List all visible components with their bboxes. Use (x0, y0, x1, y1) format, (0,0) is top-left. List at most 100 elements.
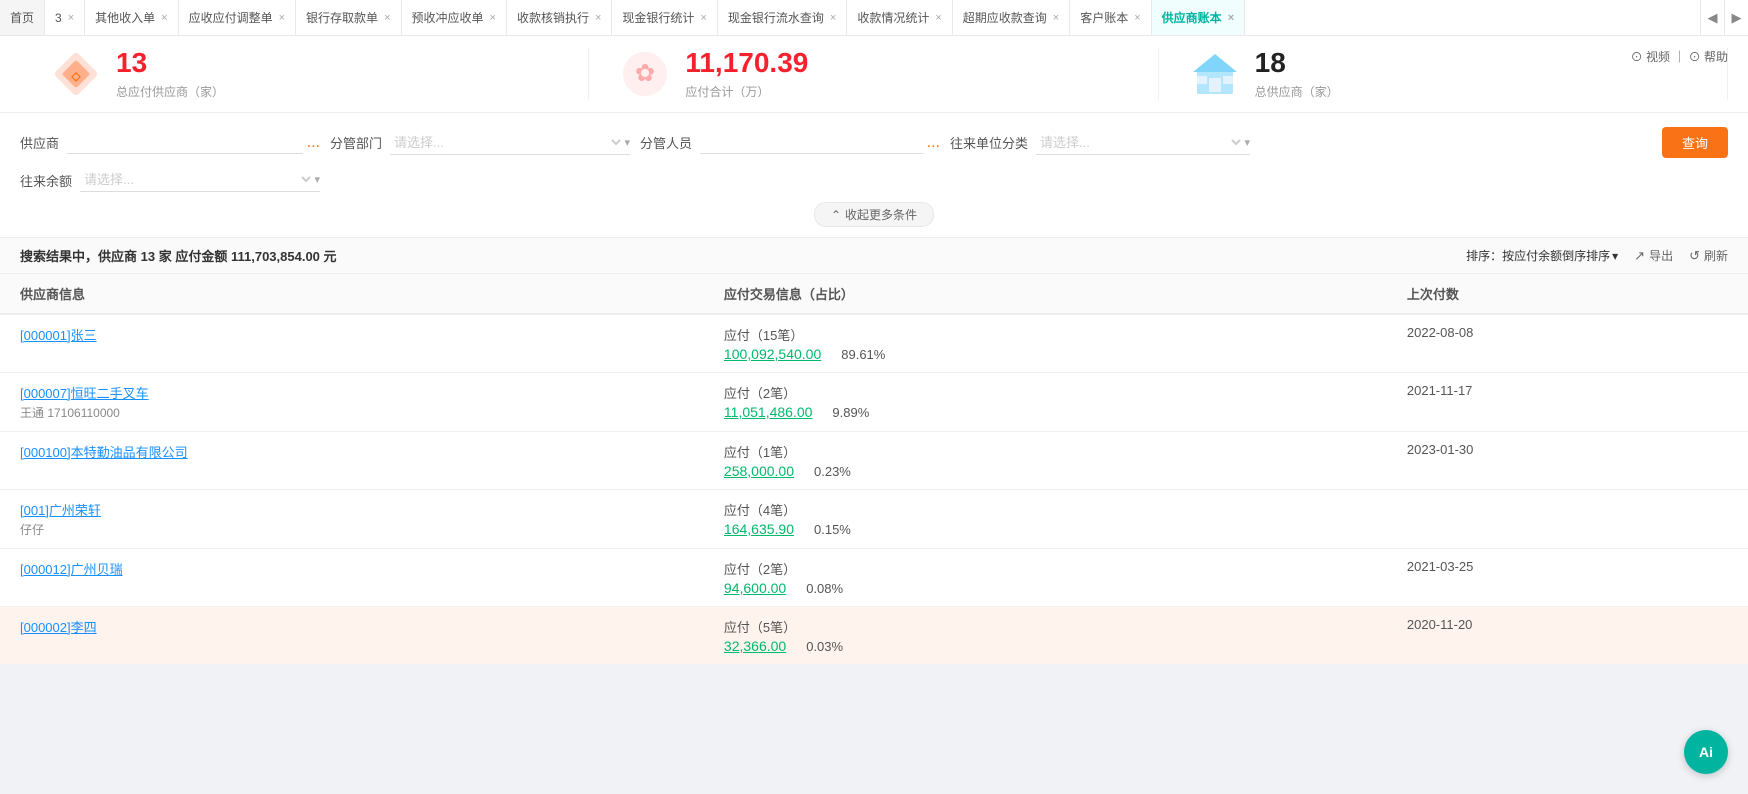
refresh-button[interactable]: ↺ 刷新 (1689, 247, 1728, 264)
supplier-dots[interactable]: ... (307, 134, 320, 152)
supplier-input[interactable] (67, 132, 303, 154)
category-select-wrapper: 请选择... ▾ (1036, 131, 1250, 155)
supplier-link-1[interactable]: [000007]恒旺二手叉车 (20, 386, 149, 401)
last-payment-date-4: 2021-03-25 (1407, 559, 1474, 574)
stat-value-payable-amount: 11,170.39 (685, 48, 808, 79)
dept-filter-label: 分管部门 (330, 133, 382, 152)
video-link[interactable]: ⊙ 视频 (1631, 50, 1670, 64)
nav-tab-bank-deposit[interactable]: 银行存取款单 × (296, 0, 401, 36)
result-summary: 搜索结果中，供应商 13 家 应付金额 111,703,854.00 元 (20, 246, 1466, 265)
store-icon (1189, 48, 1241, 100)
export-icon: ↗ (1634, 248, 1645, 264)
close-bank-deposit[interactable]: × (384, 12, 390, 24)
nav-tab-customer-ledger[interactable]: 客户账本 × (1070, 0, 1151, 36)
balance-select[interactable]: 请选择... (80, 168, 314, 191)
transaction-label-3: 应付（4笔） (724, 500, 1367, 519)
last-payment-cell-3 (1387, 490, 1748, 549)
stat-label-payable-amount: 应付合计（万） (685, 83, 808, 100)
close-advance-receive[interactable]: × (490, 12, 496, 24)
transaction-amount-3[interactable]: 164,635.90 (724, 521, 794, 537)
category-select[interactable]: 请选择... (1036, 131, 1244, 154)
bank-deposit-label: 银行存取款单 (306, 9, 378, 26)
stat-suppliers-payable: ◇ 13 总应付供应商（家） (20, 48, 589, 100)
nav-tab-3[interactable]: 3 × (45, 0, 85, 36)
amount-wrapper-1: 11,051,486.009.89% (724, 404, 1367, 420)
close-other-income[interactable]: × (161, 12, 167, 24)
last-payment-cell-1: 2021-11-17 (1387, 373, 1748, 432)
close-cash-bank-flow[interactable]: × (830, 12, 836, 24)
svg-text:✿: ✿ (635, 60, 655, 87)
balance-select-wrapper: 请选择... ▾ (80, 168, 320, 192)
ai-badge[interactable]: Ai (1684, 730, 1728, 774)
close-receipt-write-off[interactable]: × (595, 12, 601, 24)
transaction-label-0: 应付（15笔） (724, 325, 1367, 344)
supplier-link-2[interactable]: [000100]本特勤油品有限公司 (20, 445, 188, 460)
stat-label-suppliers-payable: 总应付供应商（家） (116, 83, 224, 100)
close-overdue-receivable[interactable]: × (1053, 12, 1059, 24)
receipt-stats-label: 收款情况统计 (857, 9, 929, 26)
result-bar: 搜索结果中，供应商 13 家 应付金额 111,703,854.00 元 排序：… (0, 238, 1748, 274)
export-button[interactable]: ↗ 导出 (1634, 247, 1673, 264)
supplier-link-4[interactable]: [000012]广州贝瑞 (20, 562, 123, 577)
sort-select[interactable]: 排序：按应付余额倒序排序 ▾ (1466, 247, 1618, 264)
stats-bar: ◇ 13 总应付供应商（家） ✿ 11,170.39 应付合计（万） (0, 36, 1748, 113)
supplier-cell-4: [000012]广州贝瑞 (0, 549, 704, 607)
last-payment-cell-5: 2020-11-20 (1387, 607, 1748, 665)
stat-value-suppliers-payable: 13 (116, 48, 224, 79)
transaction-amount-1[interactable]: 11,051,486.00 (724, 404, 813, 420)
transaction-amount-4[interactable]: 94,600.00 (724, 580, 786, 596)
last-payment-date-0: 2022-08-08 (1407, 325, 1474, 340)
result-text-3: 元 (324, 249, 337, 264)
supplier-link-3[interactable]: [001]广州荣轩 (20, 503, 101, 518)
help-link[interactable]: ⊙ 帮助 (1689, 50, 1728, 64)
filter-person: 分管人员 ... (640, 132, 940, 154)
nav-tab-cash-bank-stats[interactable]: 现金银行统计 × (612, 0, 717, 36)
table-row: [001]广州荣轩仔仔应付（4笔）164,635.900.15% (0, 490, 1748, 549)
nav-tab-supplier-ledger[interactable]: 供应商账本 × (1152, 0, 1245, 36)
stat-content-1: 13 总应付供应商（家） (116, 48, 224, 100)
close-customer-ledger[interactable]: × (1134, 12, 1140, 24)
tab-3-label: 3 (55, 11, 62, 25)
sort-label: 排序：按应付余额倒序排序 (1466, 247, 1610, 264)
nav-tab-overdue-receivable[interactable]: 超期应收款查询 × (953, 0, 1070, 36)
supplier-cell-0: [000001]张三 (0, 314, 704, 373)
transaction-label-5: 应付（5笔） (724, 617, 1367, 636)
person-dots[interactable]: ... (927, 134, 940, 152)
nav-tab-home[interactable]: 首页 (0, 0, 45, 36)
nav-tab-advance-receive[interactable]: 预收冲应收单 × (402, 0, 507, 36)
svg-text:◇: ◇ (70, 69, 81, 83)
close-receipt-stats[interactable]: × (935, 12, 941, 24)
collapse-bar: ⌃ 收起更多条件 (20, 202, 1728, 227)
nav-left-arrow[interactable]: ◀ (1700, 0, 1724, 36)
nav-tab-other-income[interactable]: 其他收入单 × (85, 0, 178, 36)
close-cash-bank-stats[interactable]: × (700, 12, 706, 24)
supplier-cell-5: [000002]李四 (0, 607, 704, 665)
transaction-amount-2[interactable]: 258,000.00 (724, 463, 794, 479)
nav-tab-cash-bank-flow[interactable]: 现金银行流水查询 × (718, 0, 847, 36)
transaction-amount-0[interactable]: 100,092,540.00 (724, 346, 821, 362)
supplier-link-0[interactable]: [000001]张三 (20, 328, 97, 343)
category-filter-label: 往来单位分类 (950, 133, 1028, 152)
filter-category: 往来单位分类 请选择... ▾ (950, 131, 1250, 155)
collapse-label: 收起更多条件 (845, 206, 917, 223)
collapse-button[interactable]: ⌃ 收起更多条件 (814, 202, 934, 227)
person-input[interactable] (700, 132, 923, 154)
table-header-row: 供应商信息 应付交易信息（占比） 上次付数 (0, 274, 1748, 314)
dept-select[interactable]: 请选择... (390, 131, 624, 154)
close-supplier-ledger[interactable]: × (1228, 12, 1234, 24)
close-tab-3[interactable]: × (68, 12, 74, 24)
close-adjustment[interactable]: × (279, 12, 285, 24)
nav-tab-adjustment[interactable]: 应收应付调整单 × (179, 0, 296, 36)
nav-tab-receipt-stats[interactable]: 收款情况统计 × (847, 0, 952, 36)
th-last-payment: 上次付数 (1387, 274, 1748, 314)
nav-tab-receipt-write-off[interactable]: 收款核销执行 × (507, 0, 612, 36)
transaction-amount-5[interactable]: 32,366.00 (724, 638, 786, 654)
table-row: [000007]恒旺二手叉车王通 17106110000应付（2笔）11,051… (0, 373, 1748, 432)
query-button[interactable]: 查询 (1662, 127, 1728, 158)
supplier-link-5[interactable]: [000002]李四 (20, 620, 97, 635)
supplier-filter-label: 供应商 (20, 133, 59, 152)
cash-bank-stats-label: 现金银行统计 (622, 9, 694, 26)
nav-right-arrow[interactable]: ▶ (1724, 0, 1748, 36)
export-label: 导出 (1649, 247, 1673, 264)
diamond-icon: ◇ (50, 48, 102, 100)
